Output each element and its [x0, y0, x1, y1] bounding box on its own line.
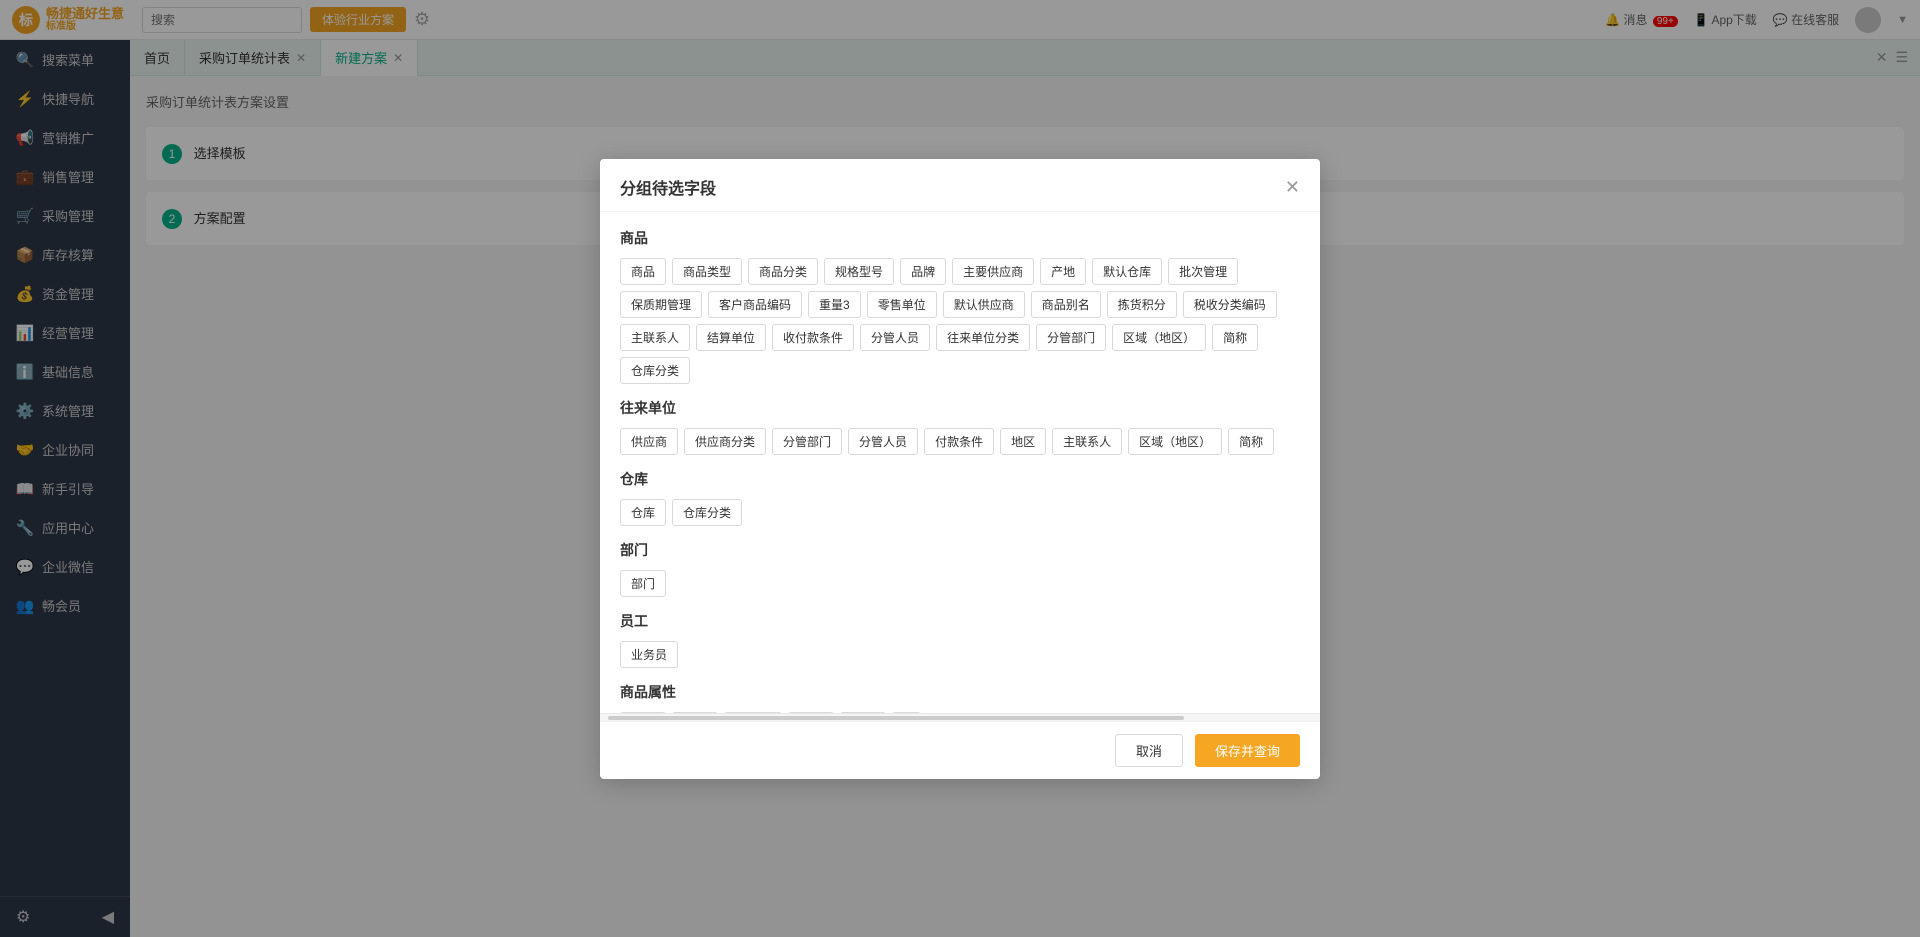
dialog-hscrollbar[interactable]	[600, 713, 1320, 721]
tag-0-17[interactable]: 主联系人	[620, 324, 690, 351]
tag-0-20[interactable]: 分管人员	[860, 324, 930, 351]
tag-0-13[interactable]: 默认供应商	[943, 291, 1025, 318]
dialog-header: 分组待选字段 ✕	[600, 159, 1320, 212]
tag-1-4[interactable]: 付款条件	[924, 428, 994, 455]
tags-grid-1: 供应商供应商分类分管部门分管人员付款条件地区主联系人区域（地区）简称	[620, 428, 1300, 455]
tags-grid-0: 商品商品类型商品分类规格型号品牌主要供应商产地默认仓库批次管理保质期管理客户商品…	[620, 258, 1300, 384]
tag-0-23[interactable]: 区域（地区）	[1112, 324, 1206, 351]
section-title-1: 往来单位	[620, 398, 1300, 418]
section-title-2: 仓库	[620, 469, 1300, 489]
tags-grid-2: 仓库仓库分类	[620, 499, 1300, 526]
tag-0-2[interactable]: 商品分类	[748, 258, 818, 285]
dialog: 分组待选字段 ✕ 商品商品商品类型商品分类规格型号品牌主要供应商产地默认仓库批次…	[600, 159, 1320, 779]
confirm-button[interactable]: 保存并查询	[1195, 734, 1300, 767]
tag-1-3[interactable]: 分管人员	[848, 428, 918, 455]
tag-0-4[interactable]: 品牌	[900, 258, 946, 285]
section-title-3: 部门	[620, 540, 1300, 560]
tag-4-0[interactable]: 业务员	[620, 641, 678, 668]
tag-1-1[interactable]: 供应商分类	[684, 428, 766, 455]
tag-2-1[interactable]: 仓库分类	[672, 499, 742, 526]
tag-0-14[interactable]: 商品别名	[1031, 291, 1101, 318]
tag-0-15[interactable]: 拣货积分	[1107, 291, 1177, 318]
tag-0-18[interactable]: 结算单位	[696, 324, 766, 351]
tag-2-0[interactable]: 仓库	[620, 499, 666, 526]
tag-3-0[interactable]: 部门	[620, 570, 666, 597]
tag-1-6[interactable]: 主联系人	[1052, 428, 1122, 455]
tag-0-12[interactable]: 零售单位	[867, 291, 937, 318]
dialog-footer: 取消 保存并查询	[600, 721, 1320, 779]
tag-1-7[interactable]: 区域（地区）	[1128, 428, 1222, 455]
tag-0-25[interactable]: 仓库分类	[620, 357, 690, 384]
tag-1-0[interactable]: 供应商	[620, 428, 678, 455]
section-title-5: 商品属性	[620, 682, 1300, 702]
tags-grid-4: 业务员	[620, 641, 1300, 668]
cancel-button[interactable]: 取消	[1115, 734, 1183, 767]
tag-0-10[interactable]: 客户商品编码	[708, 291, 802, 318]
tag-0-16[interactable]: 税收分类编码	[1183, 291, 1277, 318]
tag-1-8[interactable]: 简称	[1228, 428, 1274, 455]
tag-0-19[interactable]: 收付款条件	[772, 324, 854, 351]
section-title-0: 商品	[620, 228, 1300, 248]
tag-0-9[interactable]: 保质期管理	[620, 291, 702, 318]
dialog-title: 分组待选字段	[620, 175, 716, 199]
tag-0-22[interactable]: 分管部门	[1036, 324, 1106, 351]
tag-1-2[interactable]: 分管部门	[772, 428, 842, 455]
tags-grid-3: 部门	[620, 570, 1300, 597]
tag-0-11[interactable]: 重量3	[808, 291, 861, 318]
tag-0-1[interactable]: 商品类型	[672, 258, 742, 285]
hscroll-thumb	[608, 716, 1184, 720]
tag-0-21[interactable]: 往来单位分类	[936, 324, 1030, 351]
dialog-body[interactable]: 商品商品商品类型商品分类规格型号品牌主要供应商产地默认仓库批次管理保质期管理客户…	[600, 212, 1320, 713]
tag-0-7[interactable]: 默认仓库	[1092, 258, 1162, 285]
tag-0-24[interactable]: 简称	[1212, 324, 1258, 351]
section-title-4: 员工	[620, 611, 1300, 631]
overlay: 分组待选字段 ✕ 商品商品商品类型商品分类规格型号品牌主要供应商产地默认仓库批次…	[0, 0, 1920, 937]
tag-0-3[interactable]: 规格型号	[824, 258, 894, 285]
tag-0-5[interactable]: 主要供应商	[952, 258, 1034, 285]
dialog-close-icon[interactable]: ✕	[1285, 178, 1300, 196]
tag-0-6[interactable]: 产地	[1040, 258, 1086, 285]
tag-0-8[interactable]: 批次管理	[1168, 258, 1238, 285]
tag-0-0[interactable]: 商品	[620, 258, 666, 285]
tag-1-5[interactable]: 地区	[1000, 428, 1046, 455]
